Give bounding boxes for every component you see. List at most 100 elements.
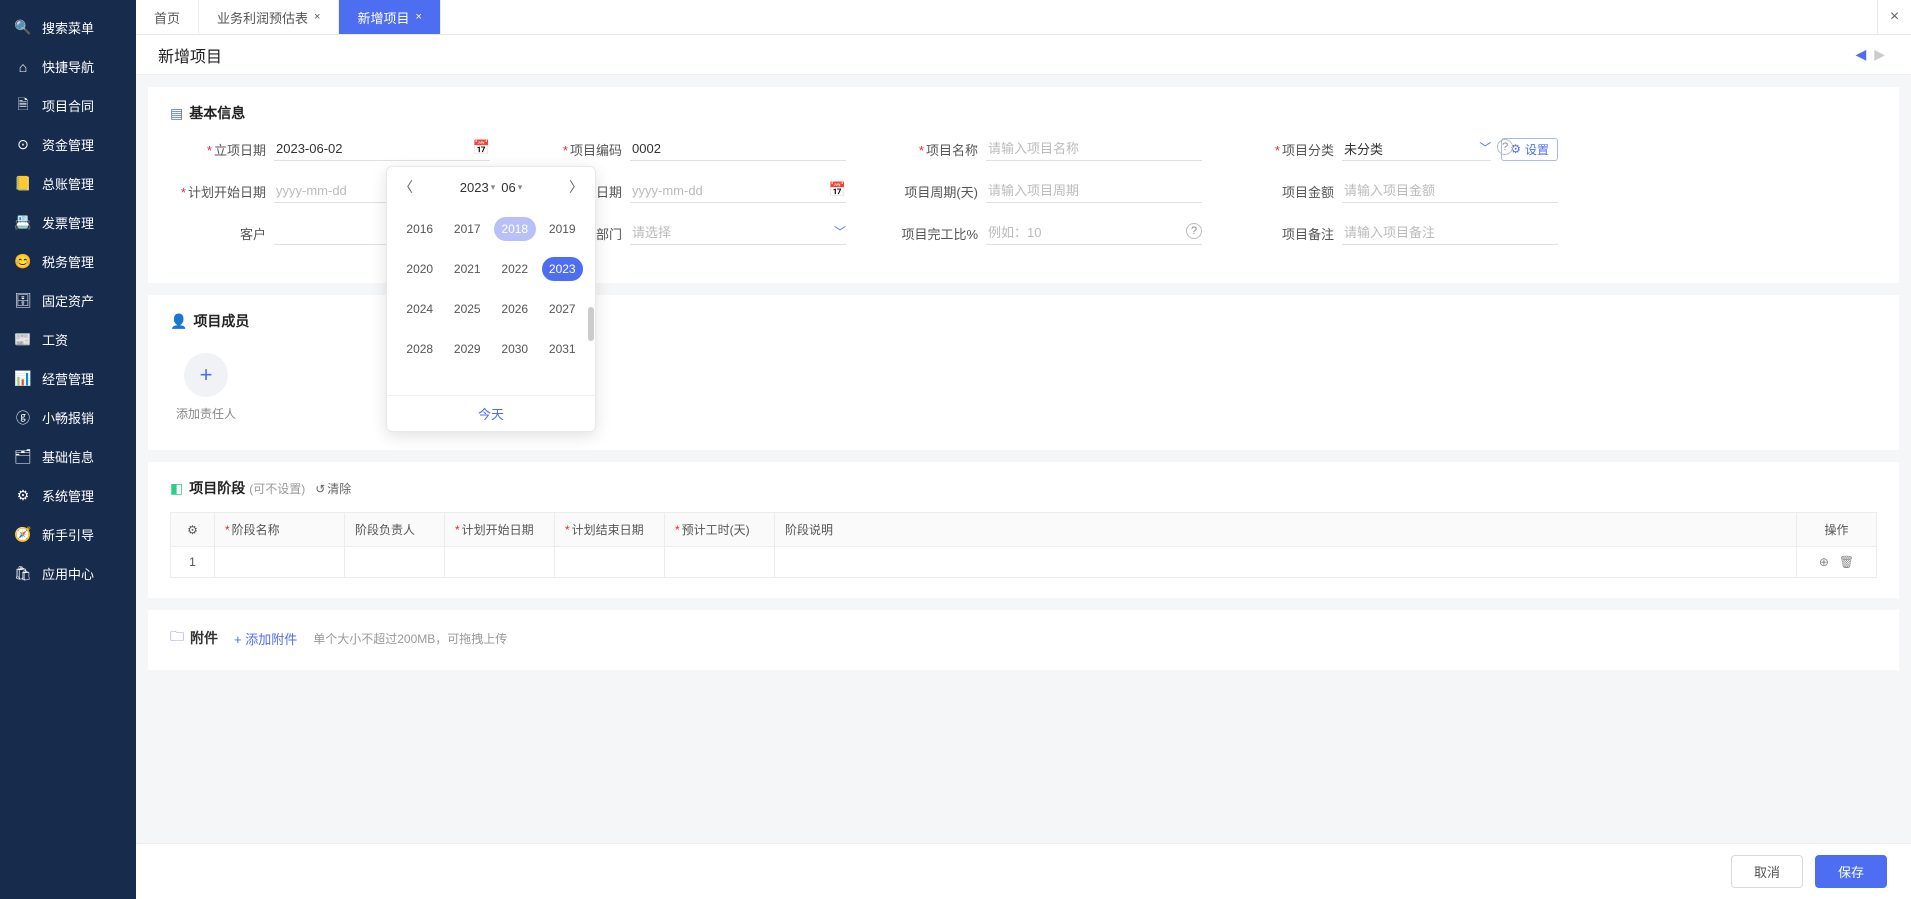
row-index: 1	[171, 547, 215, 578]
tab-new-project[interactable]: 新增项目×	[339, 0, 440, 34]
asset-icon: 🗄	[14, 292, 32, 310]
col-gear[interactable]: ⚙	[171, 513, 215, 547]
tax-icon: 😊	[14, 253, 32, 271]
add-row-icon[interactable]: ⊕	[1819, 555, 1829, 569]
year-option[interactable]: 2017	[447, 217, 489, 241]
dept-select[interactable]	[630, 221, 846, 245]
next-year-button[interactable]: 〉	[569, 177, 583, 197]
sidebar-item-funds[interactable]: ⊙资金管理	[0, 125, 136, 164]
chevron-down-icon[interactable]: ﹀	[1479, 139, 1491, 156]
year-option[interactable]: 2021	[447, 257, 489, 281]
year-option[interactable]: 2023	[542, 257, 584, 281]
app-icon: 🛍	[14, 565, 32, 583]
remark-input[interactable]	[1342, 221, 1558, 245]
cancel-button[interactable]: 取消	[1731, 855, 1803, 888]
year-option[interactable]: 2025	[447, 297, 489, 321]
year-option[interactable]: 2029	[447, 337, 489, 361]
cycle-input[interactable]	[986, 179, 1202, 203]
project-category-select[interactable]	[1342, 137, 1491, 161]
project-name-input[interactable]	[986, 137, 1202, 161]
month-select[interactable]: 06▾	[501, 180, 522, 195]
year-option[interactable]: 2030	[494, 337, 536, 361]
label-remark: 项目备注	[1282, 227, 1334, 242]
title-bar: 新增项目 ◀ ▶	[136, 35, 1911, 75]
add-attachment-button[interactable]: + 添加附件	[234, 629, 297, 648]
next-record-button[interactable]: ▶	[1870, 46, 1889, 63]
create-date-input[interactable]	[274, 137, 490, 161]
cell-hours[interactable]	[665, 547, 775, 578]
sidebar-item-assets[interactable]: 🗄 固定资产	[0, 281, 136, 320]
col-owner: 阶段负责人	[355, 523, 415, 537]
sidebar-item-basic[interactable]: 🗂基础信息	[0, 437, 136, 476]
sidebar-item-system[interactable]: ⚙系统管理	[0, 476, 136, 515]
year-option[interactable]: 2026	[494, 297, 536, 321]
label-create-date: 立项日期	[214, 143, 266, 158]
sidebar-item-guide[interactable]: 🧭新手引导	[0, 515, 136, 554]
sidebar-item-tax[interactable]: 😊税务管理	[0, 242, 136, 281]
amount-input[interactable]	[1342, 179, 1558, 203]
cell-end[interactable]	[555, 547, 665, 578]
stage-icon: ◧	[170, 480, 183, 497]
prev-year-button[interactable]: 〈	[399, 177, 413, 197]
tab-home[interactable]: 首页	[136, 0, 199, 34]
sidebar-item-search[interactable]: 🔍搜索菜单	[0, 8, 136, 47]
help-icon[interactable]: ?	[1186, 223, 1202, 239]
year-option[interactable]: 2020	[399, 257, 441, 281]
sidebar-item-invoice[interactable]: 📇发票管理	[0, 203, 136, 242]
user-icon: 👤	[170, 313, 187, 330]
chart-icon: 📊	[14, 370, 32, 388]
tab-profit-estimate[interactable]: 业务利润预估表×	[199, 0, 339, 34]
plan-end-input[interactable]	[630, 179, 846, 203]
col-hours: 预计工时(天)	[682, 523, 750, 537]
year-option[interactable]: 2019	[542, 217, 584, 241]
chevron-down-icon: ▾	[491, 182, 496, 193]
sidebar-item-label: 固定资产	[42, 291, 94, 310]
save-button[interactable]: 保存	[1815, 855, 1887, 888]
sidebar-item-apps[interactable]: 🛍应用中心	[0, 554, 136, 593]
cell-start[interactable]	[445, 547, 555, 578]
form-icon: ▤	[170, 105, 183, 122]
add-member-button[interactable]: +	[184, 353, 228, 397]
col-start: 计划开始日期	[462, 523, 534, 537]
prev-record-button[interactable]: ◀	[1851, 46, 1870, 63]
add-member-label: 添加责任人	[176, 405, 236, 422]
book-icon: 📒	[14, 175, 32, 193]
progress-input[interactable]	[986, 221, 1202, 245]
sidebar-item-ledger[interactable]: 📒总账管理	[0, 164, 136, 203]
project-code-input[interactable]	[630, 137, 846, 161]
chevron-down-icon[interactable]: ﹀	[834, 223, 846, 240]
year-option[interactable]: 2028	[399, 337, 441, 361]
year-select[interactable]: 2023▾	[460, 180, 495, 195]
year-option[interactable]: 2022	[494, 257, 536, 281]
stages-table: ⚙ *阶段名称 阶段负责人 *计划开始日期 *计划结束日期 *预计工时(天) 阶…	[170, 512, 1877, 578]
sidebar-item-label: 基础信息	[42, 447, 94, 466]
sidebar-item-label: 经营管理	[42, 369, 94, 388]
sidebar-item-operation[interactable]: 📊 经营管理	[0, 359, 136, 398]
today-button[interactable]: 今天	[387, 395, 595, 431]
calendar-icon[interactable]: 📅	[829, 181, 846, 198]
section-title-stages: 项目阶段	[189, 478, 245, 498]
close-icon[interactable]: ×	[415, 11, 421, 23]
cell-desc[interactable]	[775, 547, 1797, 578]
cell-name[interactable]	[215, 547, 345, 578]
sidebar-item-label: 项目合同	[42, 96, 94, 115]
year-option[interactable]: 2027	[542, 297, 584, 321]
delete-row-icon[interactable]: 🗑	[1839, 555, 1854, 569]
year-option[interactable]: 2031	[542, 337, 584, 361]
year-option[interactable]: 2016	[399, 217, 441, 241]
sidebar-item-expense[interactable]: ⓖ小畅报销	[0, 398, 136, 437]
cell-owner[interactable]	[345, 547, 445, 578]
sidebar-item-quicknav[interactable]: ⌂快捷导航	[0, 47, 136, 86]
sidebar-item-contract[interactable]: 🗎项目合同	[0, 86, 136, 125]
calendar-icon[interactable]: 📅	[473, 139, 490, 156]
year-option[interactable]: 2018	[494, 217, 536, 241]
sidebar-item-salary[interactable]: 📰工资	[0, 320, 136, 359]
close-icon[interactable]: ×	[314, 11, 320, 23]
clear-stages-button[interactable]: ↺清除	[315, 480, 351, 497]
page-title: 新增项目	[158, 43, 1851, 67]
scrollbar-thumb[interactable]	[588, 307, 594, 341]
label-project-code: 项目编码	[570, 143, 622, 158]
tabs-close-all[interactable]: ×	[1877, 0, 1911, 34]
folder-icon: 🗀	[170, 626, 184, 650]
year-option[interactable]: 2024	[399, 297, 441, 321]
